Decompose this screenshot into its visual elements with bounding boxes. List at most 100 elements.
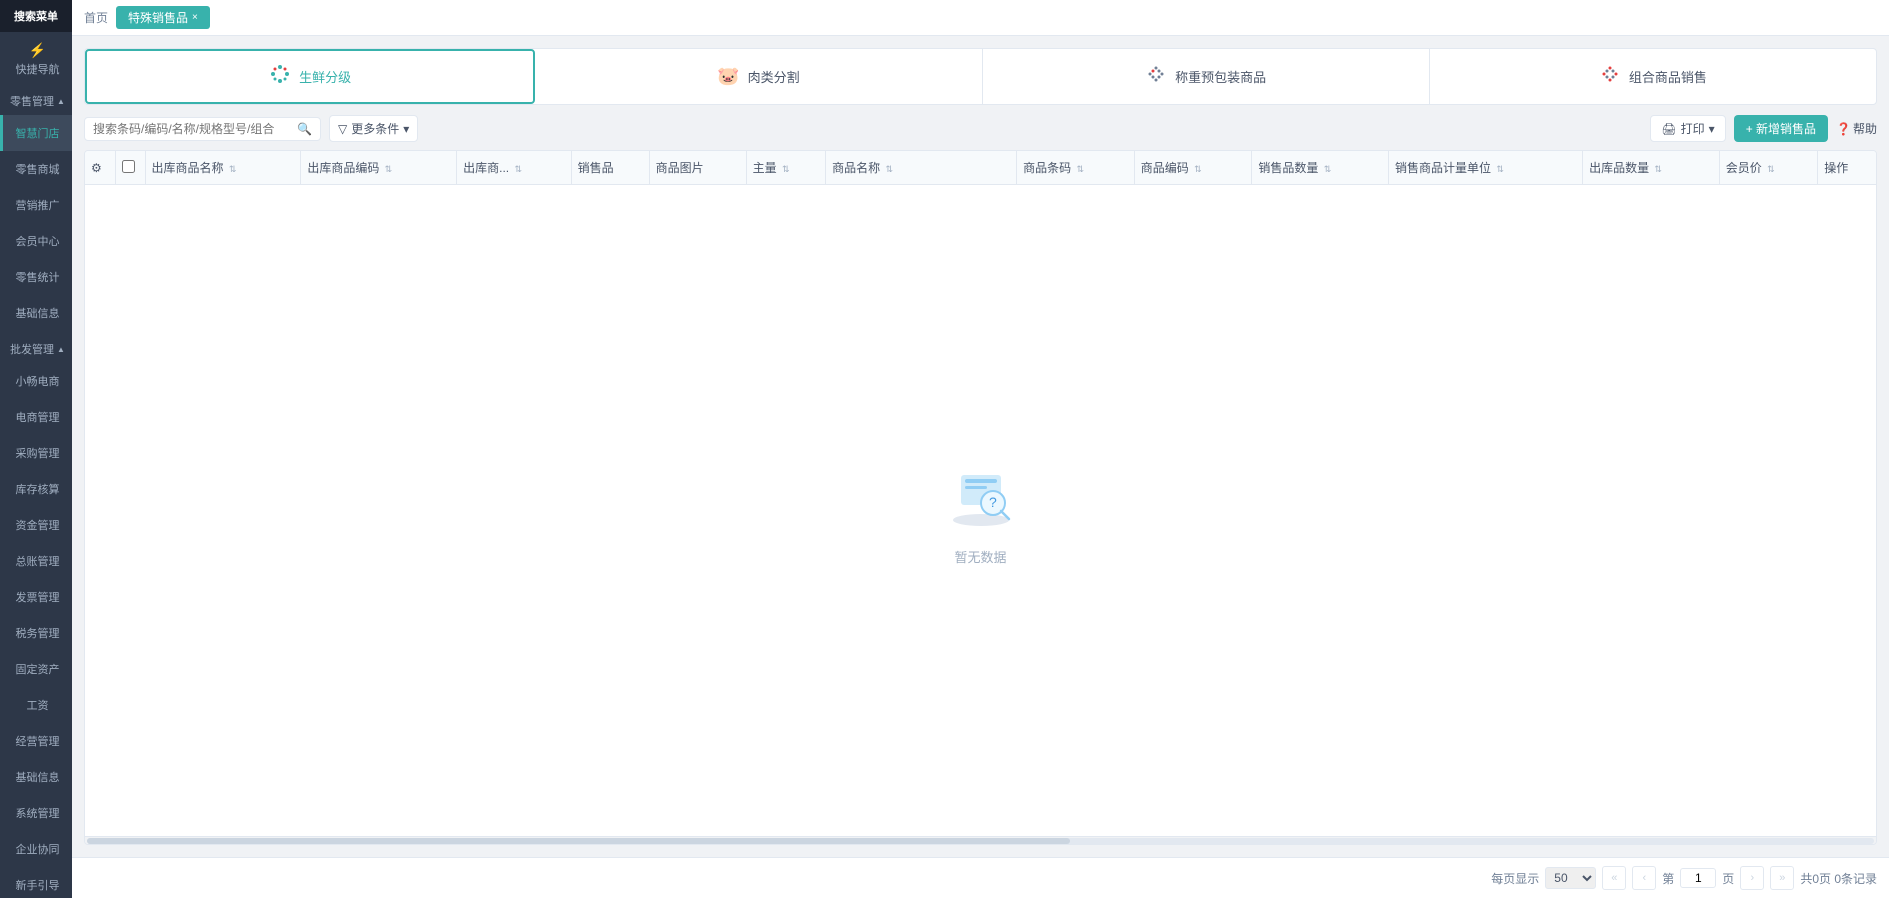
- empty-icon: ?: [941, 455, 1021, 535]
- scroll-thumb: [87, 838, 1070, 844]
- sidebar-item-retail-stats[interactable]: 零售统计: [0, 259, 72, 295]
- sidebar-item-quick-nav[interactable]: ⚡ 快捷导航: [0, 32, 72, 87]
- pagination: 每页显示 50 10 20 100 « ‹ 第 页 › » 共0页 0条记录: [72, 857, 1889, 898]
- th-goods-image[interactable]: 商品图片: [649, 151, 746, 185]
- last-page-button[interactable]: »: [1770, 866, 1794, 890]
- print-button[interactable]: 🖨 打印 ▾: [1650, 115, 1725, 142]
- th-checkbox[interactable]: [115, 151, 145, 185]
- prev-page-button[interactable]: ‹: [1632, 866, 1656, 890]
- sidebar-item-member-center[interactable]: 会员中心: [0, 223, 72, 259]
- fresh-grade-icon: [269, 63, 291, 90]
- horizontal-scrollbar[interactable]: [85, 836, 1876, 844]
- fixed-assets-label: 固定资产: [16, 661, 60, 677]
- sidebar-item-fund-mgmt[interactable]: 资金管理: [0, 507, 72, 543]
- filter-arrow-icon: ▾: [403, 122, 409, 136]
- th-out-goods-code[interactable]: 出库商品编码 ⇅: [301, 151, 457, 185]
- active-tab-label: 特殊销售品: [128, 9, 188, 26]
- quick-nav-icon: ⚡: [29, 42, 46, 59]
- th-out-qty[interactable]: 出库品数量 ⇅: [1583, 151, 1720, 185]
- th-sale-goods-label: 销售品: [578, 161, 614, 175]
- th-goods-code[interactable]: 商品编码 ⇅: [1134, 151, 1252, 185]
- page-size-select[interactable]: 50 10 20 100: [1545, 867, 1596, 889]
- sidebar-item-wholesale-mgmt[interactable]: 批发管理: [0, 335, 72, 363]
- cat-tab-fresh-grade-label: 生鲜分级: [299, 67, 351, 86]
- sidebar: 搜索菜单 ⚡ 快捷导航 零售管理 智慧门店 零售商城 营销推广 会员中心 零售统…: [0, 0, 72, 898]
- sidebar-item-newbie[interactable]: 新手引导: [0, 867, 72, 898]
- sidebar-item-sys-mgmt[interactable]: 系统管理: [0, 795, 72, 831]
- retail-mgmt-label: 零售管理: [10, 93, 54, 109]
- mini-ecom-label: 小畅电商: [16, 373, 60, 389]
- sidebar-item-enterprise[interactable]: 企业协同: [0, 831, 72, 867]
- sidebar-item-basic-info[interactable]: 基础信息: [0, 295, 72, 331]
- page-number-input[interactable]: [1680, 868, 1716, 888]
- cat-tab-fresh-grade[interactable]: 生鲜分级: [85, 49, 535, 104]
- th-sale-qty-label: 销售品数量: [1258, 161, 1318, 175]
- sidebar-item-inventory-check[interactable]: 库存核算: [0, 471, 72, 507]
- select-all-checkbox[interactable]: [122, 160, 135, 173]
- page-number-label: 第: [1662, 870, 1674, 887]
- th-sale-qty[interactable]: 销售品数量 ⇅: [1252, 151, 1389, 185]
- cat-tab-combo-sales[interactable]: 组合商品销售: [1430, 49, 1876, 104]
- th-sale-unit[interactable]: 销售商品计量单位 ⇅: [1389, 151, 1583, 185]
- th-settings[interactable]: ⚙: [85, 151, 115, 185]
- cat-tab-meat-cut[interactable]: 🐷 肉类分割: [535, 49, 982, 104]
- sidebar-item-wages[interactable]: 工资: [0, 687, 72, 723]
- sidebar-item-tax-mgmt[interactable]: 税务管理: [0, 615, 72, 651]
- newbie-label: 新手引导: [16, 877, 60, 893]
- enterprise-label: 企业协同: [16, 841, 60, 857]
- toolbar-left: 🔍 ▽ 更多条件 ▾: [84, 115, 418, 142]
- help-button[interactable]: ❓ 帮助: [1836, 120, 1877, 137]
- sidebar-item-mini-ecom[interactable]: 小畅电商: [0, 363, 72, 399]
- toolbar-right: 🖨 打印 ▾ + 新增销售品 ❓ 帮助: [1650, 115, 1877, 142]
- ops-mgmt-label: 经营管理: [16, 733, 60, 749]
- th-goods-name[interactable]: 商品名称 ⇅: [826, 151, 1017, 185]
- th-weight[interactable]: 主量 ⇅: [746, 151, 825, 185]
- retail-mall-label: 零售商城: [16, 161, 60, 177]
- sidebar-item-ecom-mgmt[interactable]: 电商管理: [0, 399, 72, 435]
- retail-stats-label: 零售统计: [16, 269, 60, 285]
- sidebar-item-ops-mgmt[interactable]: 经营管理: [0, 723, 72, 759]
- sidebar-item-smart-store[interactable]: 智慧门店: [0, 115, 72, 151]
- add-sale-product-button[interactable]: + 新增销售品: [1734, 115, 1828, 142]
- empty-state: ? 暂无数据: [85, 185, 1876, 836]
- sidebar-item-basic-info2[interactable]: 基础信息: [0, 759, 72, 795]
- search-input[interactable]: [93, 122, 293, 136]
- cat-tab-weight-prepack[interactable]: 称重预包装商品: [983, 49, 1430, 104]
- cat-tab-meat-cut-label: 肉类分割: [748, 67, 800, 86]
- sort-weight-icon: ⇅: [782, 164, 790, 174]
- table-container: ⚙ 出库商品名称 ⇅ 出库商品编码 ⇅: [84, 150, 1877, 845]
- th-goods-barcode[interactable]: 商品条码 ⇅: [1017, 151, 1135, 185]
- sort-member-price-icon: ⇅: [1767, 164, 1775, 174]
- sidebar-item-retail-mall[interactable]: 零售商城: [0, 151, 72, 187]
- th-out-goods-name[interactable]: 出库商品名称 ⇅: [145, 151, 301, 185]
- ecom-mgmt-label: 电商管理: [16, 409, 60, 425]
- sidebar-item-purchase-mgmt[interactable]: 采购管理: [0, 435, 72, 471]
- sidebar-item-ledger-mgmt[interactable]: 总账管理: [0, 543, 72, 579]
- first-page-button[interactable]: «: [1602, 866, 1626, 890]
- th-sale-goods[interactable]: 销售品: [571, 151, 649, 185]
- member-center-label: 会员中心: [16, 233, 60, 249]
- sidebar-item-sales-promo[interactable]: 营销推广: [0, 187, 72, 223]
- cat-tab-weight-prepack-label: 称重预包装商品: [1175, 67, 1266, 86]
- page-size-label: 每页显示: [1491, 870, 1539, 887]
- th-weight-label: 主量: [753, 161, 777, 175]
- main-area: 首页 特殊销售品 ×: [72, 0, 1889, 898]
- sidebar-item-retail-mgmt[interactable]: 零售管理: [0, 87, 72, 115]
- th-out-goods-x[interactable]: 出库商... ⇅: [457, 151, 571, 185]
- sidebar-item-invoice-mgmt[interactable]: 发票管理: [0, 579, 72, 615]
- sys-mgmt-label: 系统管理: [16, 805, 60, 821]
- toolbar: 🔍 ▽ 更多条件 ▾ 🖨 打印 ▾ + 新增销售品 ❓ 帮助: [84, 115, 1877, 142]
- sidebar-item-fixed-assets[interactable]: 固定资产: [0, 651, 72, 687]
- th-out-goods-x-label: 出库商...: [463, 161, 509, 175]
- svg-text:?: ?: [989, 494, 997, 510]
- sales-promo-label: 营销推广: [16, 197, 60, 213]
- home-tab[interactable]: 首页: [84, 9, 108, 26]
- th-member-price[interactable]: 会员价 ⇅: [1719, 151, 1818, 185]
- active-tab[interactable]: 特殊销售品 ×: [116, 6, 210, 29]
- th-goods-code-label: 商品编码: [1141, 161, 1189, 175]
- filter-button[interactable]: ▽ 更多条件 ▾: [329, 115, 418, 142]
- sort-sale-qty-icon: ⇅: [1324, 164, 1332, 174]
- close-tab-icon[interactable]: ×: [192, 12, 198, 23]
- th-goods-barcode-label: 商品条码: [1023, 161, 1071, 175]
- next-page-button[interactable]: ›: [1740, 866, 1764, 890]
